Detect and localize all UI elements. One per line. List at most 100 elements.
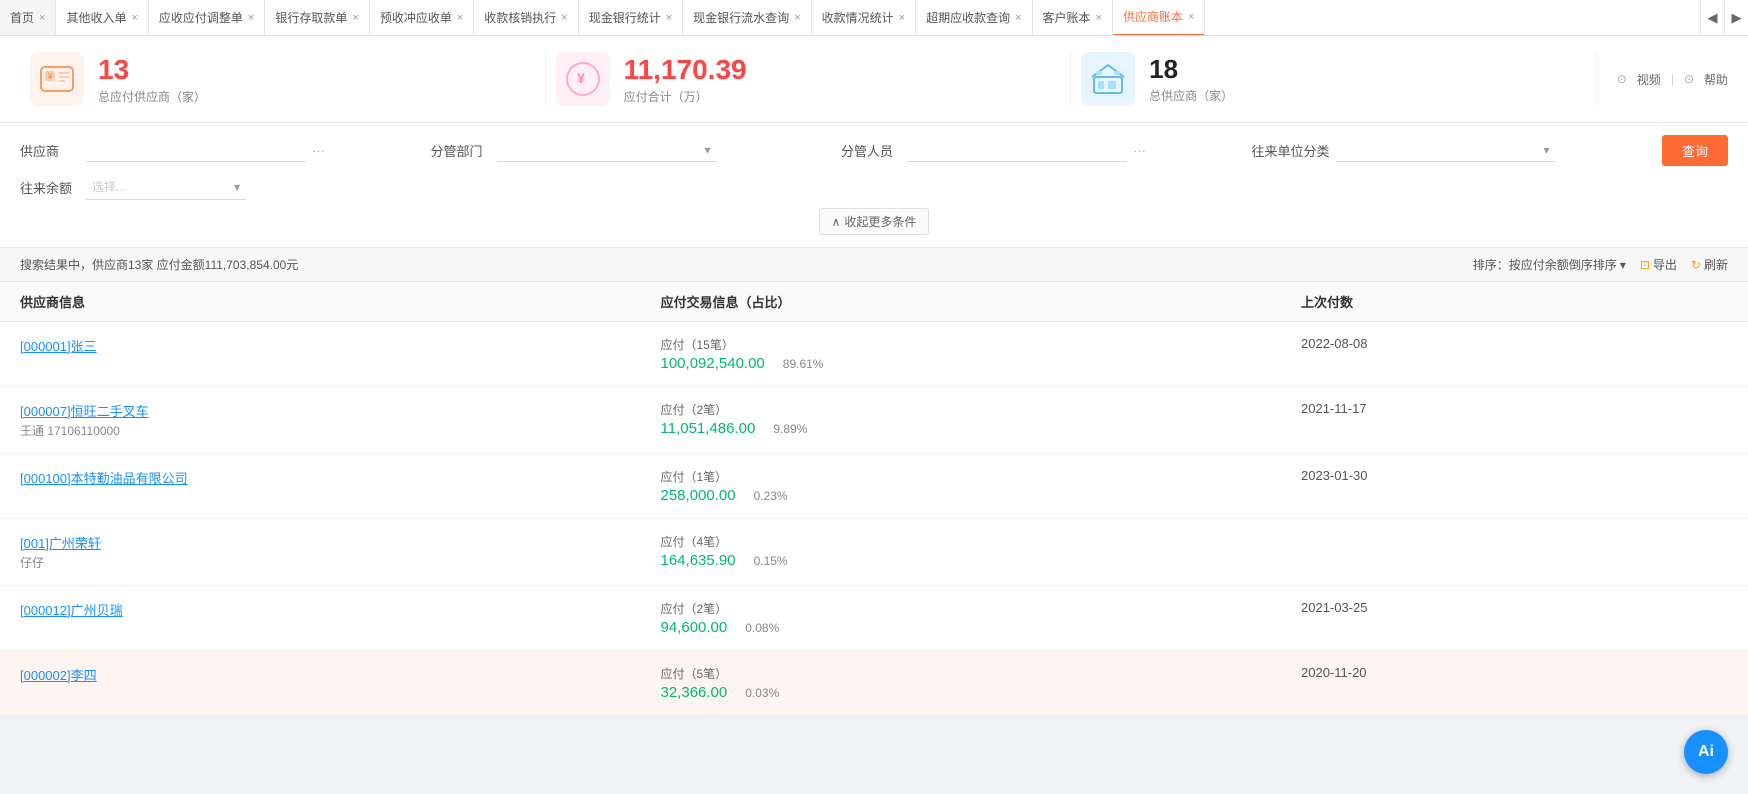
balance-select-value: 选择... bbox=[92, 178, 126, 195]
nav-tab-home[interactable]: 首页 × bbox=[0, 0, 56, 36]
refresh-button[interactable]: ↻ 刷新 bbox=[1691, 256, 1728, 273]
help-icon: ⊙ bbox=[1684, 72, 1694, 86]
supplier-cell-2: [000007]恒旺二手叉车 王通 17106110000 bbox=[20, 401, 661, 439]
nav-tab-bank-deposit[interactable]: 银行存取款单 × bbox=[265, 0, 369, 36]
nav-tab-cash-bank-stat[interactable]: 现金银行统计 × bbox=[579, 0, 683, 36]
person-input[interactable] bbox=[907, 139, 1127, 162]
supplier-link-2[interactable]: [000007]恒旺二手叉车 bbox=[20, 401, 661, 420]
filter-supplier: 供应商 ··· bbox=[20, 139, 411, 162]
supplier-link-5[interactable]: [000012]广州贝瑞 bbox=[20, 600, 661, 619]
nav-tab-other-income[interactable]: 其他收入单 × bbox=[56, 0, 148, 36]
lastpay-cell-2: 2021-11-17 bbox=[1301, 401, 1728, 416]
nav-tab-cash-bank-stat-close[interactable]: × bbox=[666, 12, 672, 24]
nav-tab-supplier-ledger-close[interactable]: × bbox=[1188, 11, 1194, 23]
payable-percent-2: 9.89% bbox=[773, 422, 807, 436]
table-header: 供应商信息 应付交易信息（占比） 上次付数 bbox=[0, 282, 1748, 322]
nav-tab-other-income-close[interactable]: × bbox=[131, 12, 137, 24]
dept-label: 分管部门 bbox=[431, 141, 491, 160]
nav-tab-cash-bank-flow-close[interactable]: × bbox=[794, 12, 800, 24]
payable-amount-3: 258,000.00 bbox=[661, 487, 736, 504]
payable-amount-6: 32,366.00 bbox=[661, 684, 728, 701]
payable-amount-5: 94,600.00 bbox=[661, 619, 728, 636]
nav-tab-customer-ledger-close[interactable]: × bbox=[1096, 12, 1102, 24]
balance-select[interactable]: 选择... ▾ bbox=[86, 174, 246, 200]
nav-tab-receipt-stat-close[interactable]: × bbox=[899, 12, 905, 24]
summary-payable-amount-info: 11,170.39 应付合计（万） bbox=[624, 53, 747, 106]
filter-category: 往来单位分类 ▾ bbox=[1252, 139, 1643, 162]
supplier-dots-icon[interactable]: ··· bbox=[312, 143, 325, 158]
summary-total-suppliers-info: 18 总供应商（家） bbox=[1149, 54, 1233, 104]
supplier-icon-svg: ¥ bbox=[37, 59, 77, 99]
payable-label-1: 应付（15笔） bbox=[661, 336, 1302, 353]
nav-tab-cash-bank-flow[interactable]: 现金银行流水查询 × bbox=[683, 0, 811, 36]
nav-tab-receipt-verify[interactable]: 收款核销执行 × bbox=[474, 0, 578, 36]
nav-tab-receipt-verify-label: 收款核销执行 bbox=[484, 9, 556, 26]
supplier-link-6[interactable]: [000002]李四 bbox=[20, 665, 661, 684]
summary-card-total-suppliers: 18 总供应商（家） bbox=[1071, 52, 1597, 106]
nav-tab-ar-ap-adjust[interactable]: 应收应付调整单 × bbox=[149, 0, 265, 36]
nav-prev-arrow[interactable]: ◀ bbox=[1700, 0, 1724, 36]
search-button[interactable]: 查询 bbox=[1662, 135, 1728, 166]
supplier-link-3[interactable]: [000100]本特勤油品有限公司 bbox=[20, 468, 661, 487]
nav-tab-prepay-offset[interactable]: 预收冲应收单 × bbox=[370, 0, 474, 36]
supplier-cell-3: [000100]本特勤油品有限公司 bbox=[20, 468, 661, 487]
refresh-icon: ↻ bbox=[1691, 258, 1701, 272]
supplier-label: 供应商 bbox=[20, 141, 80, 160]
summary-payable-suppliers-info: 13 总应付供应商（家） bbox=[98, 53, 206, 106]
nav-tab-receipt-verify-close[interactable]: × bbox=[561, 12, 567, 24]
last-pay-date-2: 2021-11-17 bbox=[1301, 401, 1367, 416]
payable-cell-5: 应付（2笔） 94,600.00 0.08% bbox=[661, 600, 1302, 636]
table-row: [001]广州荣轩 仔仔 应付（4笔） 164,635.90 0.15% bbox=[0, 519, 1748, 586]
payable-label-6: 应付（5笔） bbox=[661, 665, 1302, 682]
nav-tab-overdue-ar[interactable]: 超期应收款查询 × bbox=[916, 0, 1032, 36]
nav-tab-receipt-stat[interactable]: 收款情况统计 × bbox=[812, 0, 916, 36]
total-suppliers-number: 18 bbox=[1149, 54, 1233, 85]
table-row: [000007]恒旺二手叉车 王通 17106110000 应付（2笔） 11,… bbox=[0, 387, 1748, 454]
nav-arrows: ◀ ▶ bbox=[1700, 0, 1748, 36]
lastpay-cell-1: 2022-08-08 bbox=[1301, 336, 1728, 351]
nav-tab-prepay-offset-close[interactable]: × bbox=[457, 12, 463, 24]
payable-suppliers-number: 13 bbox=[98, 53, 206, 87]
summary-card-payable-amount: ¥ 11,170.39 应付合计（万） bbox=[546, 52, 1072, 106]
supplier-link-1[interactable]: [000001]张三 bbox=[20, 336, 661, 355]
dept-select[interactable]: ▾ bbox=[497, 139, 717, 162]
last-pay-date-6: 2020-11-20 bbox=[1301, 665, 1367, 680]
nav-tab-bank-deposit-close[interactable]: × bbox=[352, 12, 358, 24]
payable-amount-icon: ¥ bbox=[556, 52, 610, 106]
collapse-button[interactable]: ∧ 收起更多条件 bbox=[819, 208, 930, 235]
top-right-links: ⊙ 视频 | ⊙ 帮助 bbox=[1597, 71, 1728, 88]
nav-tab-ar-ap-adjust-close[interactable]: × bbox=[248, 12, 254, 24]
video-link[interactable]: 视频 bbox=[1637, 71, 1661, 88]
export-label: 导出 bbox=[1653, 256, 1677, 273]
total-suppliers-icon bbox=[1081, 52, 1135, 106]
supplier-link-4[interactable]: [001]广州荣轩 bbox=[20, 533, 661, 552]
summary-bar: ¥ 13 总应付供应商（家） ¥ 11,170.39 应付合计（万） bbox=[0, 36, 1748, 123]
nav-next-arrow[interactable]: ▶ bbox=[1724, 0, 1748, 36]
help-link[interactable]: 帮助 bbox=[1704, 71, 1728, 88]
sort-chevron-icon: ▾ bbox=[1620, 258, 1626, 272]
summary-card-payable-suppliers: ¥ 13 总应付供应商（家） bbox=[20, 52, 546, 106]
last-pay-date-5: 2021-03-25 bbox=[1301, 600, 1368, 615]
payable-label-4: 应付（4笔） bbox=[661, 533, 1302, 550]
filter-row-1: 供应商 ··· 分管部门 ▾ 分管人员 ··· 往来单位分类 ▾ 查询 bbox=[20, 135, 1728, 166]
total-suppliers-label: 总供应商（家） bbox=[1149, 87, 1233, 104]
payable-cell-4: 应付（4笔） 164,635.90 0.15% bbox=[661, 533, 1302, 569]
sort-select[interactable]: 排序：按应付余额倒序排序 ▾ bbox=[1473, 256, 1626, 273]
supplier-input[interactable] bbox=[86, 139, 306, 162]
payable-cell-1: 应付（15笔） 100,092,540.00 89.61% bbox=[661, 336, 1302, 372]
filter-dept: 分管部门 ▾ bbox=[431, 139, 822, 162]
filter-row-2: 往来余额 选择... ▾ bbox=[20, 174, 320, 200]
category-label: 往来单位分类 bbox=[1252, 141, 1330, 160]
nav-tab-overdue-ar-close[interactable]: × bbox=[1015, 12, 1021, 24]
table-row: [000100]本特勤油品有限公司 应付（1笔） 258,000.00 0.23… bbox=[0, 454, 1748, 519]
nav-tab-home-close[interactable]: × bbox=[39, 12, 45, 24]
person-dots-icon[interactable]: ··· bbox=[1133, 143, 1146, 158]
ai-badge[interactable]: Ai bbox=[1684, 730, 1728, 774]
nav-tab-supplier-ledger[interactable]: 供应商账本 × bbox=[1113, 0, 1205, 36]
nav-tab-home-label: 首页 bbox=[10, 9, 34, 26]
export-button[interactable]: ⊡ 导出 bbox=[1640, 256, 1677, 273]
nav-tab-customer-ledger[interactable]: 客户账本 × bbox=[1033, 0, 1113, 36]
category-select[interactable]: ▾ bbox=[1336, 139, 1556, 162]
person-label: 分管人员 bbox=[841, 141, 901, 160]
divider: | bbox=[1671, 72, 1674, 86]
